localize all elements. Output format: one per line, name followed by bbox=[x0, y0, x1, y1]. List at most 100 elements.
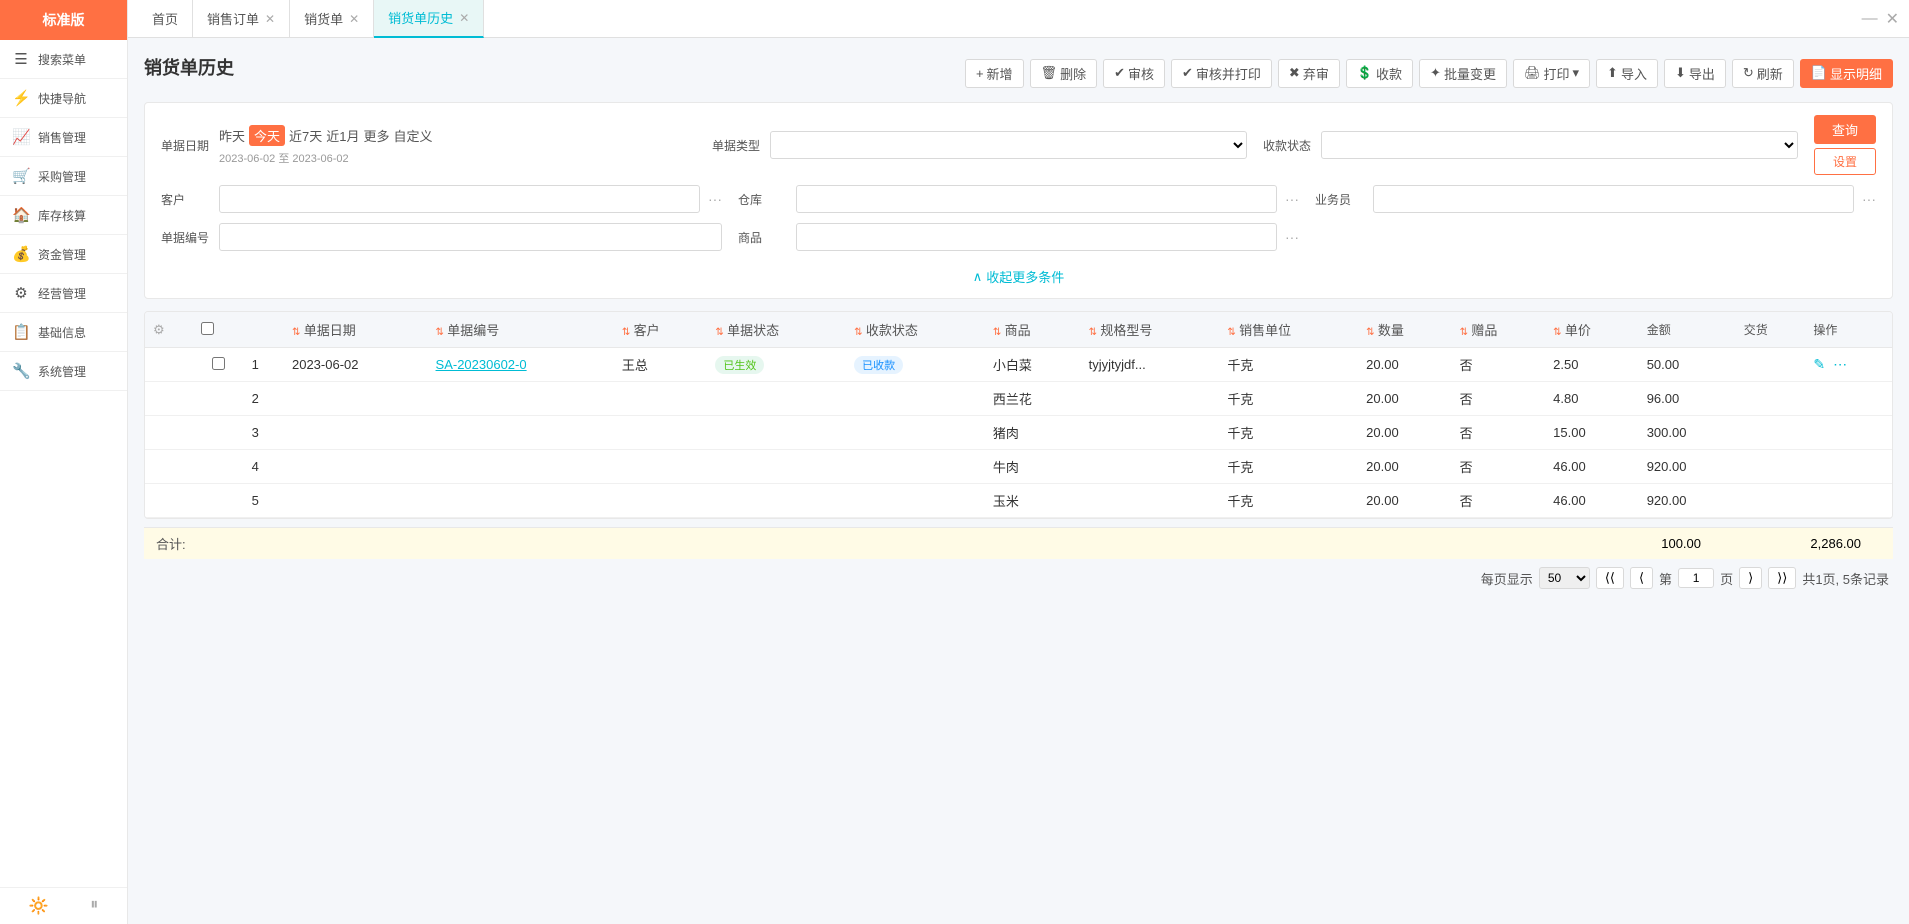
tab-sales-history[interactable]: 销货单历史 ✕ bbox=[374, 0, 484, 38]
cell-spec: tyjyjtyjdf... bbox=[1081, 348, 1220, 382]
sidebar-item-sys-mgmt[interactable]: 🔧 系统管理 bbox=[0, 352, 127, 391]
cell-qty: 20.00 bbox=[1358, 382, 1452, 416]
per-page-select[interactable]: 50 100 bbox=[1539, 567, 1590, 589]
new-button[interactable]: + 新增 bbox=[965, 59, 1024, 88]
sidebar-bottom-icon-2[interactable]: ⏸ bbox=[90, 896, 98, 916]
show-detail-button[interactable]: 📄 显示明细 bbox=[1800, 59, 1893, 88]
doc-no-input[interactable] bbox=[219, 223, 722, 251]
select-all-checkbox[interactable] bbox=[201, 322, 214, 335]
total-qty: 100.00 bbox=[216, 536, 1761, 551]
cell-gear bbox=[145, 348, 193, 382]
salesperson-input[interactable] bbox=[1373, 185, 1854, 213]
sidebar-bottom-icon-1[interactable]: 🔆 bbox=[29, 896, 49, 916]
sidebar-item-ops-mgmt[interactable]: ⚙ 经营管理 bbox=[0, 274, 127, 313]
collapse-button[interactable]: ∧ 收起更多条件 bbox=[161, 261, 1876, 286]
sidebar-item-search-menu[interactable]: ☰ 搜索菜单 bbox=[0, 40, 127, 79]
customer-ellipsis-icon[interactable]: ··· bbox=[708, 191, 722, 207]
row-checkbox[interactable] bbox=[212, 357, 225, 370]
warehouse-input[interactable] bbox=[796, 185, 1277, 213]
minimize-icon[interactable]: — bbox=[1862, 10, 1878, 28]
sidebar-item-quick-nav[interactable]: ⚡ 快捷导航 bbox=[0, 79, 127, 118]
cell-sales-unit: 千克 bbox=[1219, 382, 1358, 416]
new-label: 新增 bbox=[987, 64, 1013, 83]
tab-home[interactable]: 首页 bbox=[138, 0, 193, 38]
shortcut-yesterday[interactable]: 昨天 bbox=[219, 126, 245, 145]
cell-doc-no bbox=[428, 382, 614, 416]
cell-doc-no: SA-20230602-0 bbox=[428, 348, 614, 382]
cell-doc-date bbox=[284, 484, 428, 518]
sidebar-item-purchase-mgmt[interactable]: 🛒 采购管理 bbox=[0, 157, 127, 196]
salesperson-ellipsis-icon[interactable]: ··· bbox=[1862, 191, 1876, 207]
prev-page-button[interactable]: ⟨ bbox=[1630, 567, 1653, 589]
cell-doc-status bbox=[707, 382, 846, 416]
audit-print-button[interactable]: ✔ 审核并打印 bbox=[1171, 59, 1272, 88]
sidebar-item-basic-info[interactable]: 📋 基础信息 bbox=[0, 313, 127, 352]
shortcut-today[interactable]: 今天 bbox=[249, 125, 285, 146]
cell-gear bbox=[145, 484, 193, 518]
more-action-icon[interactable]: ⋯ bbox=[1833, 356, 1847, 373]
sidebar-item-inventory[interactable]: 🏠 库存核算 bbox=[0, 196, 127, 235]
page-number-input[interactable] bbox=[1678, 568, 1714, 588]
first-page-button[interactable]: ⟨⟨ bbox=[1596, 567, 1624, 589]
collect-label: 收款 bbox=[1376, 64, 1402, 83]
payment-status-select[interactable] bbox=[1321, 131, 1798, 159]
plus-icon: + bbox=[976, 66, 984, 81]
close-icon[interactable]: ✕ bbox=[265, 12, 275, 26]
print-button[interactable]: 🖨 打印 ▾ bbox=[1513, 59, 1590, 88]
tab-sales-order[interactable]: 销售订单 ✕ bbox=[193, 0, 290, 38]
import-button[interactable]: ⬆ 导入 bbox=[1596, 59, 1658, 88]
shortcut-custom[interactable]: 自定义 bbox=[394, 126, 433, 145]
cell-goods: 小白菜 bbox=[985, 348, 1081, 382]
query-button[interactable]: 查询 bbox=[1814, 115, 1876, 144]
cell-goods: 玉米 bbox=[985, 484, 1081, 518]
close-icon[interactable]: ✕ bbox=[459, 11, 469, 25]
page-title: 销货单历史 bbox=[144, 54, 234, 80]
sidebar-item-sales-mgmt[interactable]: 📈 销售管理 bbox=[0, 118, 127, 157]
warehouse-ellipsis-icon[interactable]: ··· bbox=[1285, 191, 1299, 207]
print-dropdown-icon: ▾ bbox=[1573, 65, 1580, 81]
close-icon[interactable]: ✕ bbox=[349, 12, 359, 26]
setting-button[interactable]: 设置 bbox=[1814, 148, 1876, 175]
next-page-button[interactable]: ⟩ bbox=[1739, 567, 1762, 589]
cell-gear bbox=[145, 416, 193, 450]
filter-row-3: 单据编号 商品 ··· bbox=[161, 223, 1876, 251]
refresh-button[interactable]: ↻ 刷新 bbox=[1732, 59, 1794, 88]
last-page-button[interactable]: ⟩⟩ bbox=[1768, 567, 1796, 589]
cell-action bbox=[1805, 450, 1892, 484]
close-window-icon[interactable]: ✕ bbox=[1886, 9, 1899, 29]
filter-doc-type: 单据类型 bbox=[712, 131, 1247, 159]
audit-button[interactable]: ✔ 审核 bbox=[1103, 59, 1165, 88]
export-icon: ⬇ bbox=[1675, 65, 1686, 81]
shortcut-more[interactable]: 更多 bbox=[364, 126, 390, 145]
doc-no-link[interactable]: SA-20230602-0 bbox=[436, 357, 527, 372]
audit-print-label: 审核并打印 bbox=[1196, 64, 1261, 83]
cell-doc-no bbox=[428, 450, 614, 484]
sidebar-item-label: 搜索菜单 bbox=[38, 51, 86, 68]
customer-input[interactable] bbox=[219, 185, 700, 213]
payment-status-badge: 已收款 bbox=[854, 356, 903, 374]
abandon-button[interactable]: ✖ 弃审 bbox=[1278, 59, 1340, 88]
edit-icon[interactable]: ✎ bbox=[1813, 356, 1825, 373]
sidebar-item-label: 资金管理 bbox=[38, 246, 86, 263]
collect-button[interactable]: 💲 收款 bbox=[1346, 59, 1413, 88]
doc-type-select[interactable] bbox=[770, 131, 1247, 159]
sidebar-item-finance-mgmt[interactable]: 💰 资金管理 bbox=[0, 235, 127, 274]
tab-sales-goods[interactable]: 销货单 ✕ bbox=[290, 0, 374, 38]
cell-unit-price: 2.50 bbox=[1545, 348, 1639, 382]
delete-button[interactable]: 🗑 删除 bbox=[1030, 59, 1098, 88]
goods-ellipsis-icon[interactable]: ··· bbox=[1285, 229, 1299, 245]
th-doc-no: ⇅ 单据编号 bbox=[428, 312, 614, 348]
goods-input[interactable] bbox=[796, 223, 1277, 251]
cell-doc-date: 2023-06-02 bbox=[284, 348, 428, 382]
sidebar-item-label: 销售管理 bbox=[38, 129, 86, 146]
batch-change-button[interactable]: ✦ 批量变更 bbox=[1419, 59, 1507, 88]
shortcut-7days[interactable]: 近7天 bbox=[289, 126, 322, 145]
filter-goods: 商品 ··· bbox=[738, 223, 1299, 251]
date-label: 单据日期 bbox=[161, 137, 211, 154]
purchase-mgmt-icon: 🛒 bbox=[12, 167, 30, 185]
export-button[interactable]: ⬇ 导出 bbox=[1664, 59, 1726, 88]
cell-amount: 50.00 bbox=[1639, 348, 1736, 382]
shortcut-1month[interactable]: 近1月 bbox=[326, 126, 359, 145]
gear-icon[interactable]: ⚙ bbox=[153, 322, 165, 337]
cell-gift: 否 bbox=[1452, 484, 1546, 518]
